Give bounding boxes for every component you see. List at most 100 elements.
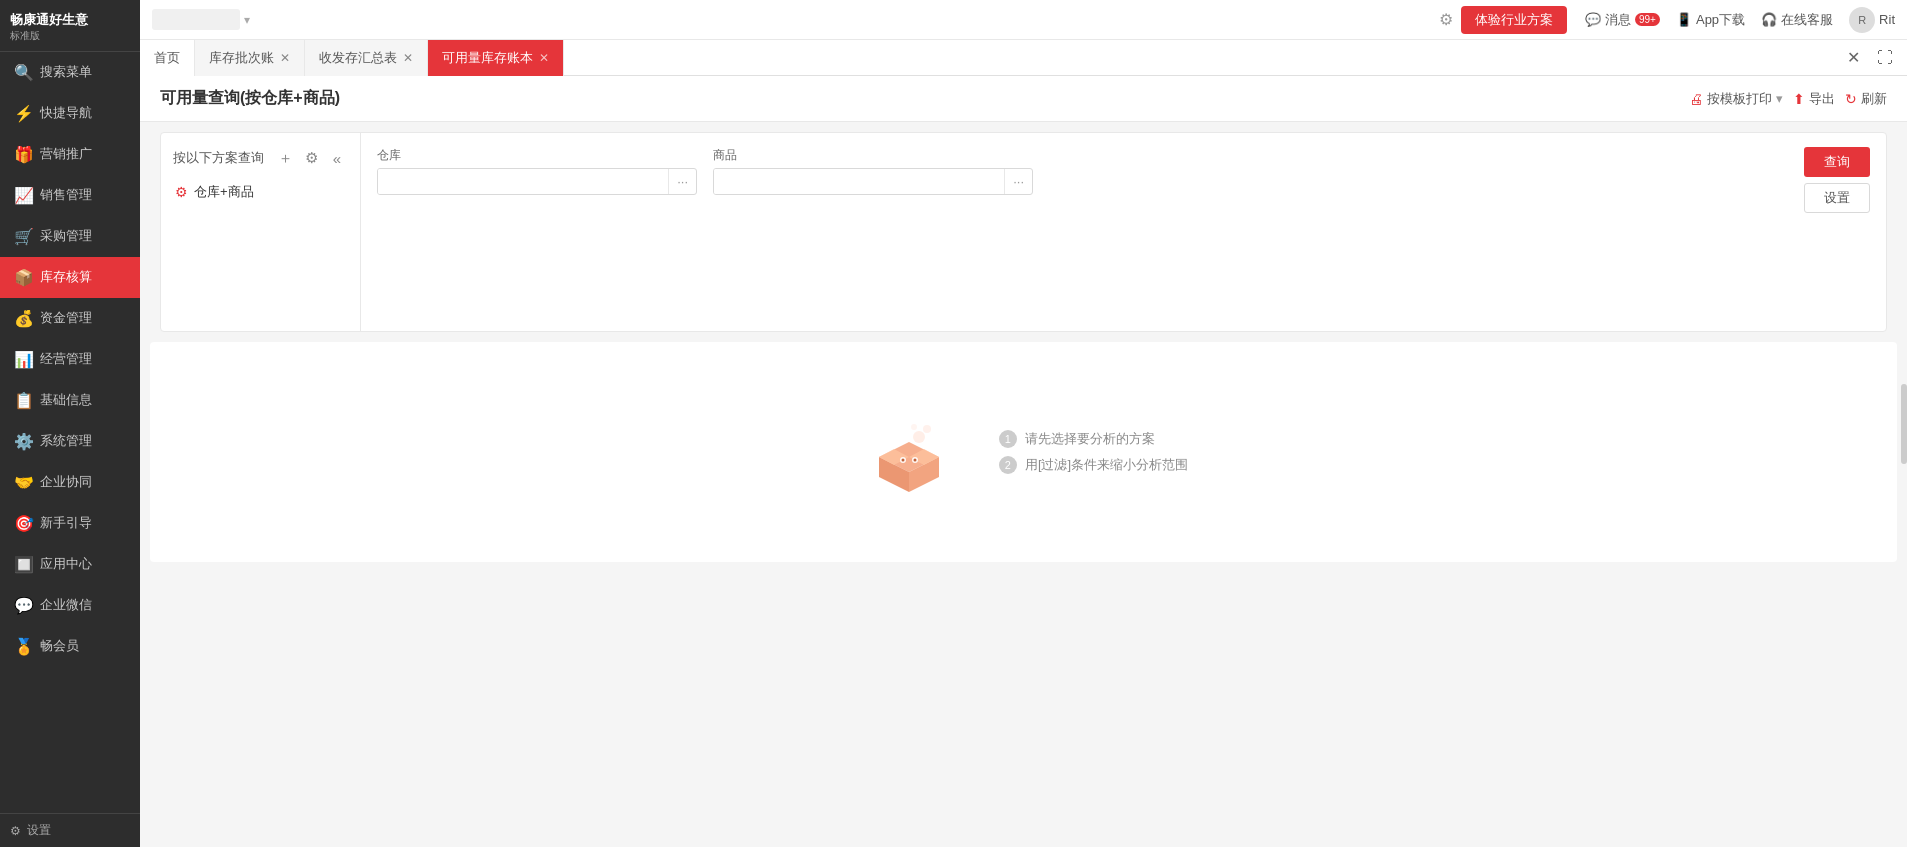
filter-schemes-panel: 按以下方案查询 ＋ ⚙ « ⚙ 仓库+商品 [161,133,361,331]
scheme-warehouse-goods[interactable]: ⚙ 仓库+商品 [161,177,360,207]
sidebar-item-operation[interactable]: 📊经营管理 [0,339,140,380]
goods-field: 商品 ··· [713,147,1033,195]
tabs-bar: 首页库存批次账✕收发存汇总表✕可用量库存账本✕ ✕ ⛶ [140,40,1907,76]
sidebar-label-inventory: 库存核算 [40,268,92,286]
sidebar-icon-search: 🔍 [14,63,32,82]
sidebar-icon-basic: 📋 [14,391,32,410]
sidebar-label-search: 搜索菜单 [40,63,92,81]
tab-close-batch[interactable]: ✕ [280,51,290,65]
tab-label-available: 可用量库存账本 [442,49,533,67]
refresh-button[interactable]: ↻ 刷新 [1845,90,1887,108]
sidebar-icon-sales: 📈 [14,186,32,205]
goods-input[interactable] [714,169,1004,194]
app-download-button[interactable]: 📱 App下载 [1676,11,1745,29]
sidebar-item-wechat[interactable]: 💬企业微信 [0,585,140,626]
sidebar-icon-guide: 🎯 [14,514,32,533]
sidebar-item-enterprise[interactable]: 🤝企业协同 [0,462,140,503]
sidebar-item-inventory[interactable]: 📦 库存核算 [0,257,140,298]
sidebar-icon-purchase: 🛒 [14,227,32,246]
settings-button[interactable]: 设置 [1804,183,1870,213]
sidebar-label-operation: 经营管理 [40,350,92,368]
sidebar-item-basic[interactable]: 📋基础信息 [0,380,140,421]
app-title: 畅康通好生意 [10,12,130,29]
svg-point-10 [923,425,931,433]
tab-label-home: 首页 [154,49,180,67]
sidebar-label-purchase: 采购管理 [40,227,92,245]
add-scheme-button[interactable]: ＋ [274,147,296,169]
sidebar-item-appcenter[interactable]: 🔲应用中心 [0,544,140,585]
tab-summary[interactable]: 收发存汇总表✕ [305,40,428,76]
scrollbar-indicator[interactable] [1901,384,1907,464]
filter-fields-panel: 仓库 ··· 商品 ··· [361,133,1886,331]
sidebar-item-shortcut[interactable]: ⚡快捷导航 [0,93,140,134]
sidebar-icon-finance: 💰 [14,309,32,328]
sidebar-item-purchase[interactable]: 🛒 采购管理 [0,216,140,257]
export-icon: ⬆ [1793,91,1805,107]
print-template-button[interactable]: 🖨 按模板打印 ▾ [1689,90,1783,108]
sidebar-item-member[interactable]: 🏅畅会员 [0,626,140,667]
sidebar-item-marketing[interactable]: 🎁 营销推广 [0,134,140,175]
app-download-label: App下载 [1696,11,1745,29]
tab-close-summary[interactable]: ✕ [403,51,413,65]
message-button[interactable]: 💬 消息 99+ [1585,11,1660,29]
print-dropdown-icon[interactable]: ▾ [1776,91,1783,106]
filter-scheme-actions: ＋ ⚙ « [274,147,348,169]
user-name: Rit [1879,12,1895,27]
sidebar-label-enterprise: 企业协同 [40,473,92,491]
main-content: ▾ ⚙ 体验行业方案 💬 消息 99+ 📱 App下载 🎧 在线客服 R R [140,0,1907,847]
topbar-right: 💬 消息 99+ 📱 App下载 🎧 在线客服 R Rit [1585,7,1895,33]
sidebar-icon-member: 🏅 [14,637,32,656]
sidebar-bottom[interactable]: ⚙ 设置 [0,813,140,847]
page-content: 可用量查询(按仓库+商品) 🖨 按模板打印 ▾ ⬆ 导出 ↻ 刷新 [140,76,1907,847]
tab-label-batch: 库存批次账 [209,49,274,67]
goods-more-button[interactable]: ··· [1004,169,1032,194]
sidebar-item-sales[interactable]: 📈 销售管理 [0,175,140,216]
warehouse-input[interactable] [378,169,668,194]
refresh-label: 刷新 [1861,90,1887,108]
trial-industry-button[interactable]: 体验行业方案 [1461,6,1567,34]
maximize-button[interactable]: ⛶ [1871,44,1899,72]
sidebar-icon-system: ⚙️ [14,432,32,451]
hint-text-1: 请先选择要分析的方案 [1025,430,1155,448]
user-menu[interactable]: R Rit [1849,7,1895,33]
sidebar-icon-marketing: 🎁 [14,145,32,164]
page-header-actions: 🖨 按模板打印 ▾ ⬆ 导出 ↻ 刷新 [1689,90,1887,108]
sidebar-item-search[interactable]: 🔍 搜索菜单 [0,52,140,93]
query-button[interactable]: 查询 [1804,147,1870,177]
customer-service-button[interactable]: 🎧 在线客服 [1761,11,1833,29]
sidebar-logo: 畅康通好生意 标准版 [0,0,140,52]
sidebar-item-finance[interactable]: 💰资金管理 [0,298,140,339]
breadcrumb-path [152,9,240,30]
sidebar-icon-wechat: 💬 [14,596,32,615]
topbar: ▾ ⚙ 体验行业方案 💬 消息 99+ 📱 App下载 🎧 在线客服 R R [140,0,1907,40]
svg-point-9 [913,431,925,443]
close-tab-button[interactable]: ✕ [1839,44,1867,72]
sidebar-icon-inventory: 📦 [14,268,32,287]
warehouse-more-button[interactable]: ··· [668,169,696,194]
warehouse-input-wrap: ··· [377,168,697,195]
gear-icon[interactable]: ⚙ [1439,10,1453,29]
sidebar-label-marketing: 营销推广 [40,145,92,163]
user-initials: R [1858,14,1866,26]
empty-hint-1: 1 请先选择要分析的方案 [999,430,1188,448]
sidebar-label-shortcut: 快捷导航 [40,104,92,122]
sidebar-label-sales: 销售管理 [40,186,92,204]
tab-available[interactable]: 可用量库存账本 ✕ [428,40,564,76]
collapse-panel-button[interactable]: « [326,147,348,169]
breadcrumb-dropdown-icon[interactable]: ▾ [244,13,250,27]
tab-close-available[interactable]: ✕ [539,51,549,65]
export-button[interactable]: ⬆ 导出 [1793,90,1835,108]
svg-point-7 [901,459,904,462]
print-icon: 🖨 [1689,91,1703,107]
sidebar-label-appcenter: 应用中心 [40,555,92,573]
customer-service-label: 在线客服 [1781,11,1833,29]
manage-scheme-button[interactable]: ⚙ [300,147,322,169]
settings-icon: ⚙ [10,824,21,838]
filter-row-1: 仓库 ··· 商品 ··· [377,147,1870,195]
tab-home[interactable]: 首页 [140,40,195,76]
sidebar-item-system[interactable]: ⚙️系统管理 [0,421,140,462]
action-buttons: 查询 设置 [1804,147,1870,213]
sidebar-item-guide[interactable]: 🎯新手引导 [0,503,140,544]
tab-batch[interactable]: 库存批次账 ✕ [195,40,305,76]
filter-section: 按以下方案查询 ＋ ⚙ « ⚙ 仓库+商品 [150,132,1897,562]
